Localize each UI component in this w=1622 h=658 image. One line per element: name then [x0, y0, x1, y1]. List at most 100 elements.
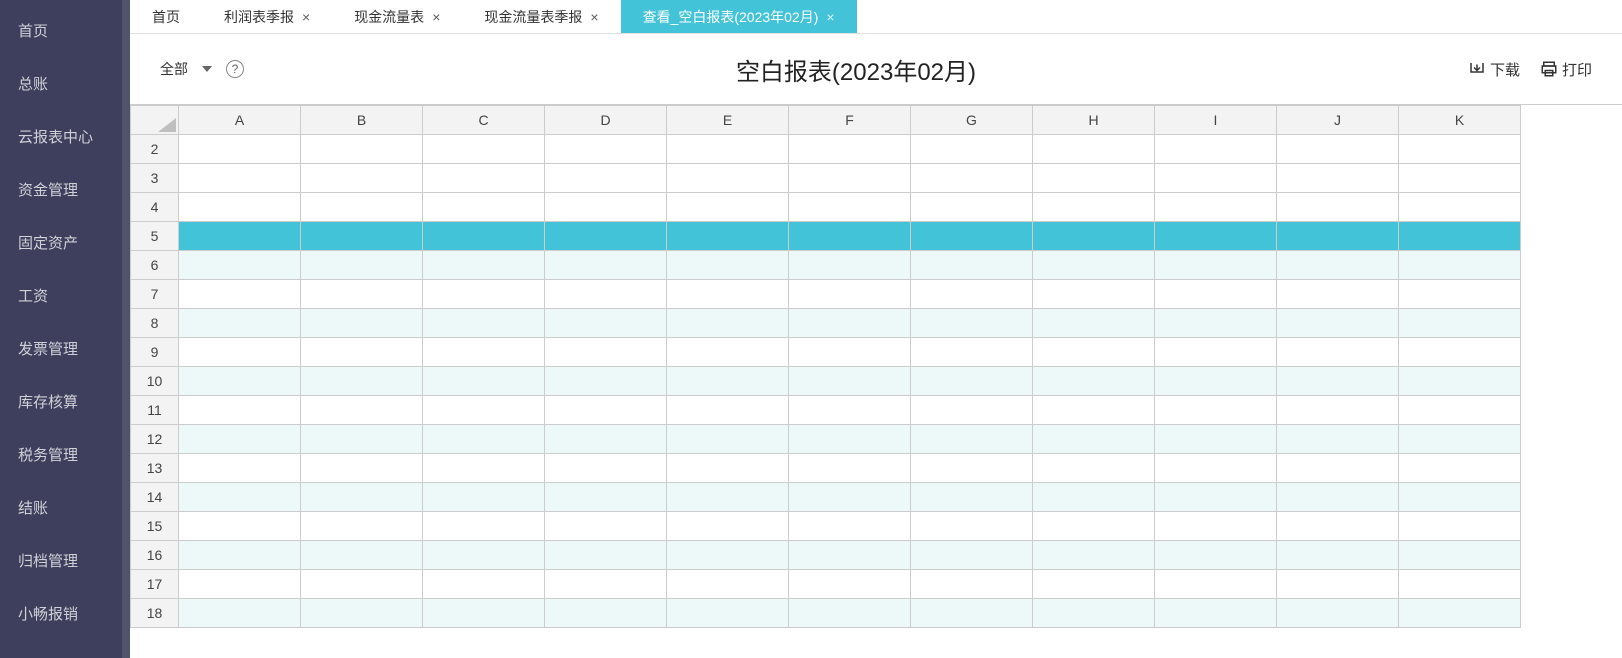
cell-B8[interactable] — [301, 309, 423, 338]
cell-H8[interactable] — [1033, 309, 1155, 338]
cell-I16[interactable] — [1155, 541, 1277, 570]
cell-I9[interactable] — [1155, 338, 1277, 367]
cell-K5[interactable] — [1399, 222, 1521, 251]
cell-J17[interactable] — [1277, 570, 1399, 599]
column-header-I[interactable]: I — [1155, 106, 1277, 135]
cell-C15[interactable] — [423, 512, 545, 541]
column-header-G[interactable]: G — [911, 106, 1033, 135]
cell-B15[interactable] — [301, 512, 423, 541]
cell-F11[interactable] — [789, 396, 911, 425]
cell-B12[interactable] — [301, 425, 423, 454]
cell-C6[interactable] — [423, 251, 545, 280]
cell-B9[interactable] — [301, 338, 423, 367]
cell-F4[interactable] — [789, 193, 911, 222]
cell-C7[interactable] — [423, 280, 545, 309]
cell-B18[interactable] — [301, 599, 423, 628]
cell-D16[interactable] — [545, 541, 667, 570]
cell-C2[interactable] — [423, 135, 545, 164]
sidebar-item-5[interactable]: 工资 — [0, 269, 130, 322]
cell-K11[interactable] — [1399, 396, 1521, 425]
download-button[interactable]: 下载 — [1468, 59, 1520, 80]
row-header-5[interactable]: 5 — [131, 222, 179, 251]
cell-I2[interactable] — [1155, 135, 1277, 164]
cell-A16[interactable] — [179, 541, 301, 570]
cell-I12[interactable] — [1155, 425, 1277, 454]
cell-E3[interactable] — [667, 164, 789, 193]
cell-E2[interactable] — [667, 135, 789, 164]
cell-H6[interactable] — [1033, 251, 1155, 280]
row-header-9[interactable]: 9 — [131, 338, 179, 367]
cell-F9[interactable] — [789, 338, 911, 367]
sidebar-item-9[interactable]: 结账 — [0, 481, 130, 534]
cell-D10[interactable] — [545, 367, 667, 396]
cell-D13[interactable] — [545, 454, 667, 483]
cell-B4[interactable] — [301, 193, 423, 222]
cell-J12[interactable] — [1277, 425, 1399, 454]
cell-G5[interactable] — [911, 222, 1033, 251]
cell-K16[interactable] — [1399, 541, 1521, 570]
cell-A7[interactable] — [179, 280, 301, 309]
close-icon[interactable]: × — [432, 9, 440, 25]
cell-F2[interactable] — [789, 135, 911, 164]
cell-I11[interactable] — [1155, 396, 1277, 425]
cell-H12[interactable] — [1033, 425, 1155, 454]
cell-A6[interactable] — [179, 251, 301, 280]
sidebar-item-4[interactable]: 固定资产 — [0, 216, 130, 269]
cell-J6[interactable] — [1277, 251, 1399, 280]
close-icon[interactable]: × — [590, 9, 598, 25]
cell-J7[interactable] — [1277, 280, 1399, 309]
cell-H17[interactable] — [1033, 570, 1155, 599]
cell-I17[interactable] — [1155, 570, 1277, 599]
select-all-corner[interactable] — [131, 106, 179, 135]
cell-D3[interactable] — [545, 164, 667, 193]
cell-H11[interactable] — [1033, 396, 1155, 425]
cell-B13[interactable] — [301, 454, 423, 483]
cell-G13[interactable] — [911, 454, 1033, 483]
cell-J9[interactable] — [1277, 338, 1399, 367]
cell-B7[interactable] — [301, 280, 423, 309]
cell-B2[interactable] — [301, 135, 423, 164]
cell-C4[interactable] — [423, 193, 545, 222]
cell-E15[interactable] — [667, 512, 789, 541]
cell-G12[interactable] — [911, 425, 1033, 454]
cell-A8[interactable] — [179, 309, 301, 338]
cell-B3[interactable] — [301, 164, 423, 193]
cell-K13[interactable] — [1399, 454, 1521, 483]
close-icon[interactable]: × — [826, 9, 834, 25]
cell-F17[interactable] — [789, 570, 911, 599]
print-button[interactable]: 打印 — [1540, 59, 1592, 80]
cell-K12[interactable] — [1399, 425, 1521, 454]
cell-K17[interactable] — [1399, 570, 1521, 599]
cell-K18[interactable] — [1399, 599, 1521, 628]
cell-J13[interactable] — [1277, 454, 1399, 483]
cell-D12[interactable] — [545, 425, 667, 454]
cell-F12[interactable] — [789, 425, 911, 454]
cell-J18[interactable] — [1277, 599, 1399, 628]
cell-G16[interactable] — [911, 541, 1033, 570]
row-header-4[interactable]: 4 — [131, 193, 179, 222]
cell-D11[interactable] — [545, 396, 667, 425]
tab-1[interactable]: 利润表季报× — [202, 0, 332, 33]
cell-E11[interactable] — [667, 396, 789, 425]
cell-A4[interactable] — [179, 193, 301, 222]
cell-C12[interactable] — [423, 425, 545, 454]
column-header-J[interactable]: J — [1277, 106, 1399, 135]
cell-A14[interactable] — [179, 483, 301, 512]
cell-A9[interactable] — [179, 338, 301, 367]
row-header-12[interactable]: 12 — [131, 425, 179, 454]
cell-F18[interactable] — [789, 599, 911, 628]
cell-B5[interactable] — [301, 222, 423, 251]
cell-B16[interactable] — [301, 541, 423, 570]
cell-A15[interactable] — [179, 512, 301, 541]
cell-E4[interactable] — [667, 193, 789, 222]
cell-J8[interactable] — [1277, 309, 1399, 338]
cell-A18[interactable] — [179, 599, 301, 628]
cell-H10[interactable] — [1033, 367, 1155, 396]
cell-K4[interactable] — [1399, 193, 1521, 222]
row-header-2[interactable]: 2 — [131, 135, 179, 164]
cell-H16[interactable] — [1033, 541, 1155, 570]
cell-H18[interactable] — [1033, 599, 1155, 628]
cell-I18[interactable] — [1155, 599, 1277, 628]
column-header-K[interactable]: K — [1399, 106, 1521, 135]
cell-E6[interactable] — [667, 251, 789, 280]
